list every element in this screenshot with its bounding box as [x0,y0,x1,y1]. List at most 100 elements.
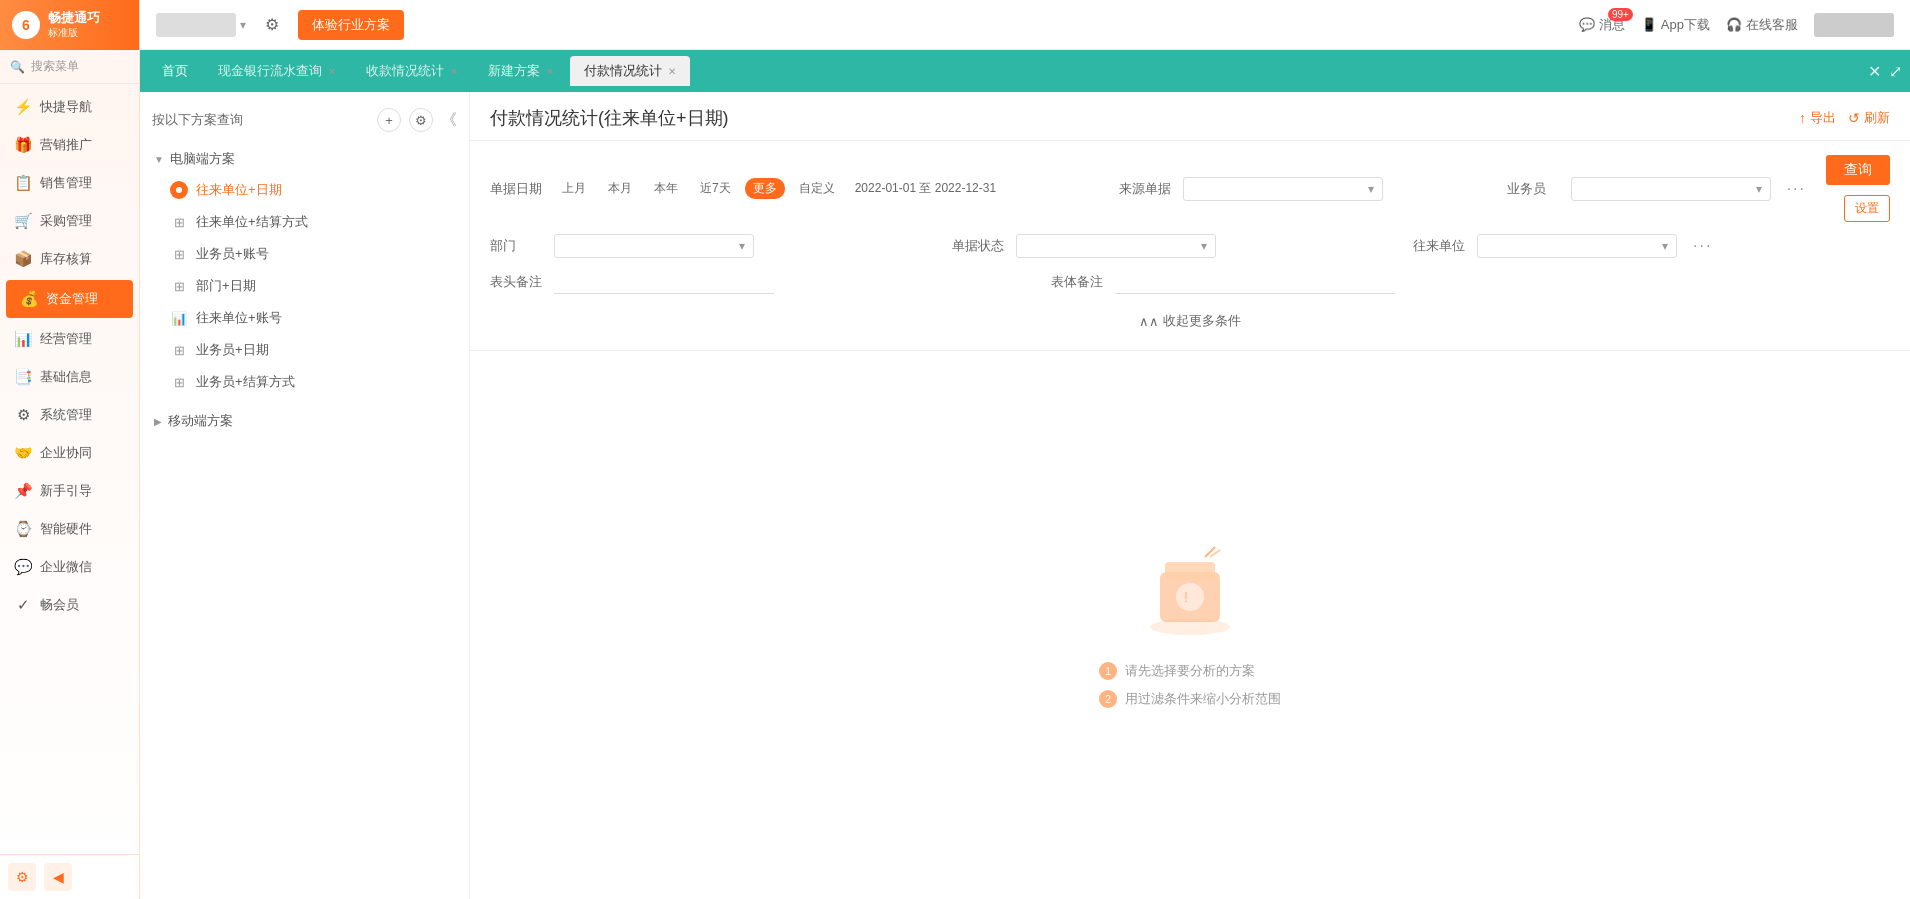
scheme-group-mobile-header[interactable]: ▶ 移动端方案 [140,406,469,436]
filter-settings-btn[interactable]: 设置 [1844,195,1890,222]
right-content: 付款情况统计(往来单位+日期) ↑ 导出 ↺ 刷新 单 [470,92,1910,899]
scheme-item-unit-date[interactable]: 往来单位+日期 [140,174,469,206]
tab-new-scheme-close-icon[interactable]: ✕ [546,66,554,77]
filter-row-2: 部门 ▾ 单据状态 ▾ [490,234,1890,258]
query-btn[interactable]: 查询 [1826,155,1890,185]
sidebar-item-inventory[interactable]: 📦 库存核算 [0,240,139,278]
footer-collapse-btn[interactable]: ◀ [44,863,72,891]
staff-more-btn[interactable]: ··· [1787,180,1806,198]
date-option-more[interactable]: 更多 [745,178,785,199]
sidebar-item-sales[interactable]: 📋 销售管理 [0,164,139,202]
sidebar-item-wechat[interactable]: 💬 企业微信 [0,548,139,586]
staff-account-icon: ⊞ [170,245,188,263]
sidebar-item-label: 快捷导航 [40,98,92,116]
tab-bank[interactable]: 现金银行流水查询 ✕ [204,56,350,86]
sidebar-item-enterprise[interactable]: 🤝 企业协同 [0,434,139,472]
topbar-settings-btn[interactable]: ⚙ [258,11,286,39]
table-body-note-filter: 表体备注 [1051,270,1395,294]
counterpart-more-btn[interactable]: ··· [1693,237,1712,255]
page-title: 付款情况统计(往来单位+日期) [490,106,729,130]
online-service-btn[interactable]: 🎧 在线客服 [1726,16,1798,34]
date-option-this-year[interactable]: 本年 [646,177,686,200]
tab-payments[interactable]: 付款情况统计 ✕ [570,56,690,86]
footer-settings-btn[interactable]: ⚙ [8,863,36,891]
sales-icon: 📋 [14,174,32,192]
add-scheme-btn[interactable]: + [377,108,401,132]
staff-label: 业务员 [1507,180,1563,198]
scheme-item-dept-date[interactable]: ⊞ 部门+日期 [140,270,469,302]
refresh-btn[interactable]: ↺ 刷新 [1848,109,1890,127]
user-profile-avatar[interactable] [1814,13,1894,37]
date-option-custom[interactable]: 自定义 [791,177,843,200]
sidebar-item-guide[interactable]: 📌 新手引导 [0,472,139,510]
empty-tips: 1 请先选择要分析的方案 2 用过滤条件来缩小分析范围 [1099,662,1281,708]
scheme-item-label: 业务员+日期 [196,341,269,359]
tab-payments-close-icon[interactable]: ✕ [668,66,676,77]
table-body-note-input[interactable] [1115,270,1395,294]
scheme-item-unit-account[interactable]: 📊 往来单位+账号 [140,302,469,334]
scheme-item-staff-payment[interactable]: ⊞ 业务员+结算方式 [140,366,469,398]
sidebar-item-system[interactable]: ⚙ 系统管理 [0,396,139,434]
collapse-more-btn[interactable]: ∧∧ 收起更多条件 [490,306,1890,336]
sidebar-item-hardware[interactable]: ⌚ 智能硬件 [0,510,139,548]
dept-dropdown-arrow-icon: ▾ [739,239,745,253]
staff-dropdown[interactable]: ▾ [1571,177,1771,201]
sidebar-item-label: 系统管理 [40,406,92,424]
sidebar-item-label: 采购管理 [40,212,92,230]
tab-close-all-icon[interactable]: ✕ [1868,62,1881,81]
date-option-this-month[interactable]: 本月 [600,177,640,200]
source-dropdown[interactable]: ▾ [1183,177,1383,201]
wechat-icon: 💬 [14,558,32,576]
sidebar-search[interactable]: 🔍 搜索菜单 [0,50,139,84]
scheme-item-label: 往来单位+账号 [196,309,282,327]
export-btn[interactable]: ↑ 导出 [1799,109,1836,127]
sidebar-item-basic[interactable]: 📑 基础信息 [0,358,139,396]
panel-collapse-btn[interactable]: 《 [441,110,457,131]
counterpart-filter: 往来单位 ▾ ··· [1413,234,1712,258]
sidebar-item-member[interactable]: ✓ 畅会员 [0,586,139,624]
source-filter: 来源单据 ▾ [1119,177,1383,201]
messages-btn[interactable]: 💬 消息 99+ [1579,16,1625,34]
svg-text:!: ! [1184,589,1188,605]
sidebar-item-finance[interactable]: 💰 资金管理 [6,280,133,318]
sidebar-item-label: 新手引导 [40,482,92,500]
pc-group-arrow-icon: ▼ [154,154,164,165]
table-header-note-input[interactable] [554,270,774,294]
trial-btn[interactable]: 体验行业方案 [298,10,404,40]
sidebar-item-purchase[interactable]: 🛒 采购管理 [0,202,139,240]
scheme-item-staff-date[interactable]: ⊞ 业务员+日期 [140,334,469,366]
sidebar-item-marketing[interactable]: 🎁 营销推广 [0,126,139,164]
topbar-right: 💬 消息 99+ 📱 App下载 🎧 在线客服 [1579,13,1894,37]
topbar-user[interactable]: ▾ [156,13,246,37]
counterpart-dropdown[interactable]: ▾ [1477,234,1677,258]
sidebar-logo: 6 畅捷通巧 标准版 [0,0,139,50]
user-avatar [156,13,236,37]
tab-receipts-close-icon[interactable]: ✕ [450,66,458,77]
sidebar-item-shortcut[interactable]: ⚡ 快捷导航 [0,88,139,126]
app-download-btn[interactable]: 📱 App下载 [1641,16,1710,34]
date-option-7days[interactable]: 近7天 [692,177,739,200]
scheme-item-unit-payment[interactable]: ⊞ 往来单位+结算方式 [140,206,469,238]
tab-expand-icon[interactable]: ⤢ [1889,62,1902,81]
sidebar-item-operation[interactable]: 📊 经营管理 [0,320,139,358]
dept-filter: 部门 ▾ [490,234,754,258]
voucher-status-dropdown[interactable]: ▾ [1016,234,1216,258]
date-range-display: 2022-01-01 至 2022-12-31 [855,180,996,197]
dept-label: 部门 [490,237,546,255]
sidebar: 6 畅捷通巧 标准版 🔍 搜索菜单 ⚡ 快捷导航 🎁 营销推广 📋 销售管理 🛒… [0,0,140,899]
tabbar: 首页 现金银行流水查询 ✕ 收款情况统计 ✕ 新建方案 ✕ 付款情况统计 ✕ ✕… [140,50,1910,92]
scheme-settings-btn[interactable]: ⚙ [409,108,433,132]
voucher-status-arrow-icon: ▾ [1201,239,1207,253]
tab-home[interactable]: 首页 [148,56,202,86]
tab-new-scheme[interactable]: 新建方案 ✕ [474,56,568,86]
page-header: 付款情况统计(往来单位+日期) ↑ 导出 ↺ 刷新 [470,92,1910,141]
date-option-last-month[interactable]: 上月 [554,177,594,200]
tab-bank-close-icon[interactable]: ✕ [328,66,336,77]
enterprise-icon: 🤝 [14,444,32,462]
scheme-item-staff-account[interactable]: ⊞ 业务员+账号 [140,238,469,270]
source-dropdown-arrow-icon: ▾ [1368,182,1374,196]
tab-receipts[interactable]: 收款情况统计 ✕ [352,56,472,86]
dept-dropdown[interactable]: ▾ [554,234,754,258]
refresh-icon: ↺ [1848,110,1860,126]
scheme-group-pc-header[interactable]: ▼ 电脑端方案 [140,144,469,174]
